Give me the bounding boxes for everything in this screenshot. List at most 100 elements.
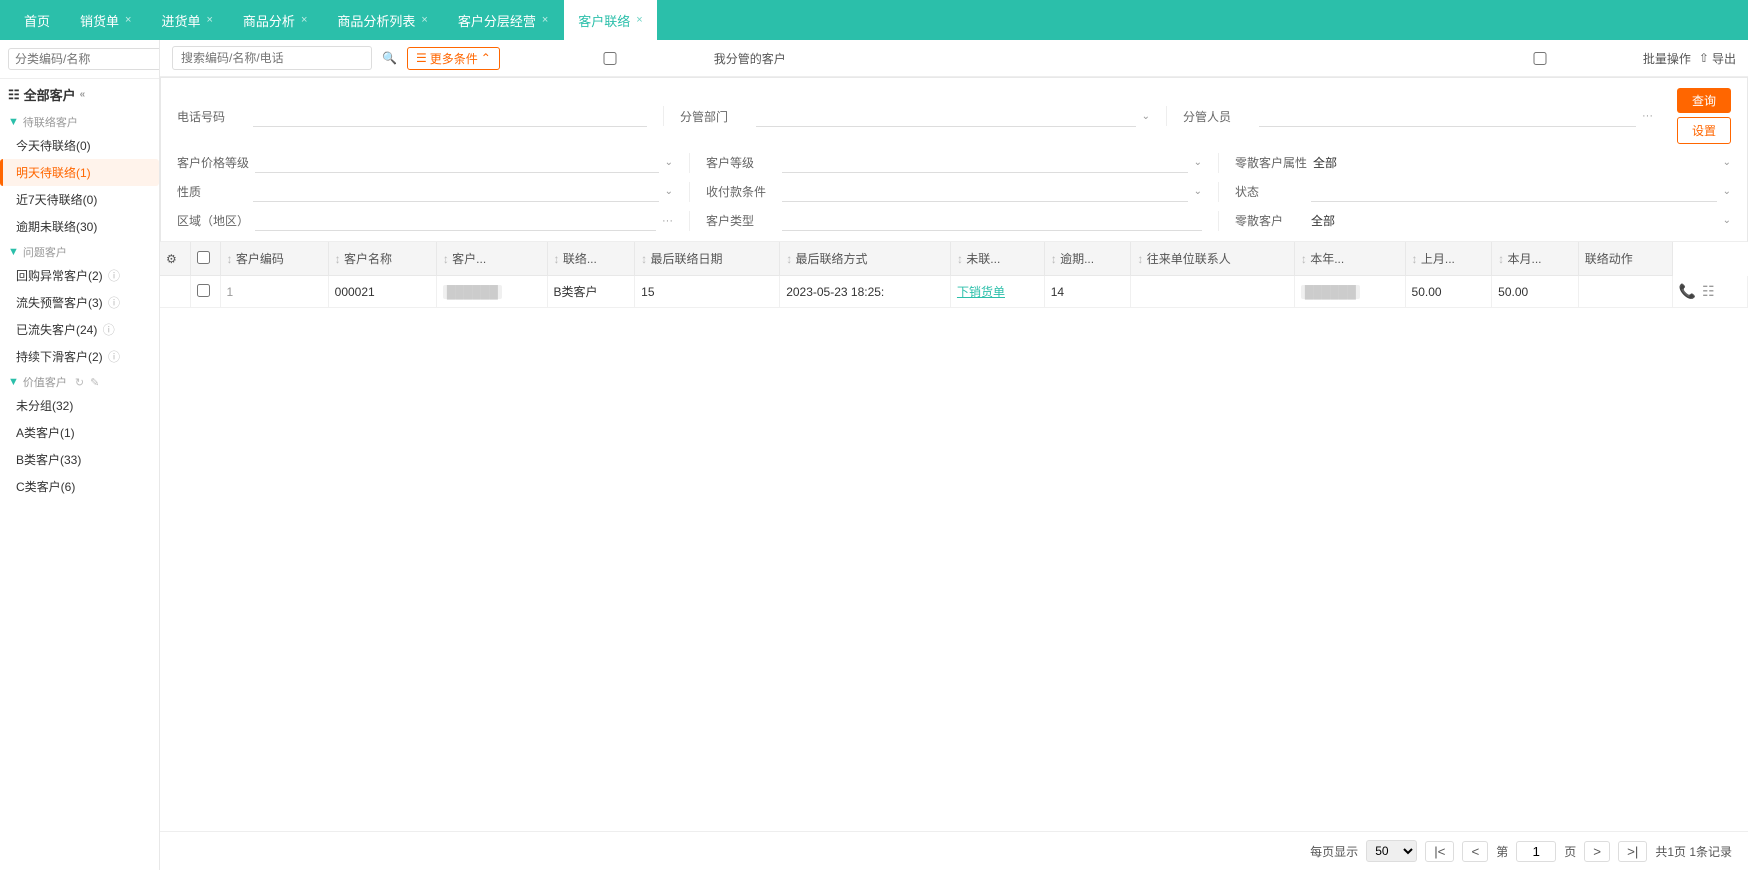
last-page-button[interactable]: >|	[1618, 841, 1647, 862]
grid-action-icon[interactable]: ☷	[1702, 283, 1715, 300]
contact-count-column-header: ↕ 联络...	[547, 242, 635, 276]
filter-region: 区域（地区） ···	[177, 210, 673, 231]
sidebar-all-customers[interactable]: ☷ 全部客户 «	[0, 79, 159, 110]
gear-column-header: ⚙	[160, 242, 190, 276]
chevron-down-icon[interactable]: ⌄	[1142, 111, 1150, 122]
code-column-header: ↕ 客户编码	[220, 242, 328, 276]
sidebar-item-class-a[interactable]: A类客户(1)	[0, 419, 159, 446]
total-records: 共1页 1条记录	[1655, 843, 1732, 860]
select-all-checkbox[interactable]	[197, 251, 210, 264]
nav-home[interactable]: 首页	[10, 0, 64, 40]
sidebar-item-churned[interactable]: 已流失客户(24) ⓘ	[0, 316, 159, 343]
price-level-input[interactable]	[255, 152, 659, 173]
triangle-icon: ▼	[8, 116, 19, 128]
code-cell: 000021	[328, 276, 436, 308]
person-input[interactable]	[1259, 106, 1636, 127]
chevron-down-icon[interactable]: ⌄	[1723, 186, 1731, 197]
my-customers-input[interactable]	[510, 52, 710, 65]
search-input[interactable]	[172, 46, 372, 70]
close-icon[interactable]: ×	[542, 14, 548, 26]
method-link[interactable]: 下销货单	[957, 285, 1005, 299]
search-button[interactable]: 🔍	[382, 51, 397, 65]
nav-product-analysis-list[interactable]: 商品分析列表 ×	[323, 0, 441, 40]
divider	[1218, 211, 1219, 231]
customer-level-input[interactable]	[782, 152, 1188, 173]
next-page-button[interactable]: >	[1584, 841, 1610, 862]
payment-input[interactable]	[782, 181, 1188, 202]
batch-checkbox[interactable]	[1440, 52, 1640, 65]
phone-input[interactable]	[253, 106, 647, 127]
nav-customer-contact[interactable]: 客户联络 ×	[564, 0, 656, 40]
close-icon[interactable]: ×	[636, 14, 642, 26]
chevron-down-icon[interactable]: ⌄	[1194, 157, 1202, 168]
adv-filter-row-3: 性质 ⌄ 收付款条件 ⌄ 状态 ⌄	[177, 181, 1731, 202]
more-icon[interactable]: ···	[662, 215, 673, 227]
page-suffix: 页	[1564, 843, 1576, 860]
filter-price-level: 客户价格等级 ⌄	[177, 152, 673, 173]
nav-customer-layering[interactable]: 客户分层经营 ×	[444, 0, 562, 40]
department-input[interactable]	[756, 106, 1136, 127]
last-date-cell: 2023-05-23 18:25:	[780, 276, 951, 308]
phone-action-icon[interactable]: 📞	[1679, 283, 1696, 300]
last-month-column-header: ↕ 上月...	[1405, 242, 1492, 276]
refresh-icon[interactable]: ↻	[75, 376, 84, 389]
sort-icon: ↕	[554, 252, 560, 266]
chevron-down-icon[interactable]: ⌄	[1194, 186, 1202, 197]
close-icon[interactable]: ×	[125, 14, 131, 26]
status-input[interactable]	[1311, 181, 1717, 202]
sort-icon: ↕	[227, 252, 233, 266]
reset-button[interactable]: 设置	[1677, 117, 1731, 144]
more-conditions-button[interactable]: ☰ 更多条件 ⌃	[407, 47, 500, 70]
gear-icon[interactable]: ⚙	[166, 252, 177, 266]
filter-status: 状态 ⌄	[1235, 181, 1731, 202]
sidebar-item-overdue-pending[interactable]: 逾期未联络(30)	[0, 213, 159, 240]
help-icon: ⓘ	[108, 350, 120, 364]
sidebar-item-class-b[interactable]: B类客户(33)	[0, 446, 159, 473]
chevron-down-icon[interactable]: ⌄	[665, 186, 673, 197]
query-button[interactable]: 查询	[1677, 88, 1731, 113]
sort-icon: ↕	[1137, 252, 1143, 266]
nav-product-analysis[interactable]: 商品分析 ×	[229, 0, 321, 40]
close-icon[interactable]: ×	[301, 14, 307, 26]
sidebar-pending-group: ▼ 待联络客户	[0, 110, 159, 132]
nature-input[interactable]	[253, 181, 659, 202]
advanced-filter: 电话号码 分管部门 ⌄ 分管人员 ··· 查询	[160, 77, 1748, 242]
per-page-select[interactable]: 50 100 200	[1366, 840, 1417, 862]
sidebar-item-today-pending[interactable]: 今天待联络(0)	[0, 132, 159, 159]
sidebar-item-churn-warning[interactable]: 流失预警客户(3) ⓘ	[0, 289, 159, 316]
collapse-icon: «	[80, 89, 86, 100]
row-checkbox[interactable]	[197, 284, 210, 297]
sidebar-item-repurchase-abnormal[interactable]: 回购异常客户(2) ⓘ	[0, 262, 159, 289]
prev-page-button[interactable]: <	[1462, 841, 1488, 862]
chevron-down-icon[interactable]: ⌄	[1723, 215, 1731, 226]
page-number-input[interactable]	[1516, 841, 1556, 862]
chevron-down-icon[interactable]: ⌄	[1723, 157, 1731, 168]
chevron-down-icon[interactable]: ⌄	[665, 157, 673, 168]
nav-sales-order[interactable]: 销货单 ×	[66, 0, 145, 40]
first-page-button[interactable]: |<	[1425, 841, 1454, 862]
sidebar-item-declining[interactable]: 持续下滑客户(2) ⓘ	[0, 343, 159, 370]
sidebar-item-class-c[interactable]: C类客户(6)	[0, 473, 159, 500]
sort-icon: ↕	[786, 252, 792, 266]
filter-icon: ☰	[416, 51, 427, 65]
sidebar-item-7days-pending[interactable]: 近7天待联络(0)	[0, 186, 159, 213]
more-icon[interactable]: ···	[1642, 110, 1653, 122]
region-input[interactable]	[255, 210, 656, 231]
contact-count-cell: 15	[635, 276, 780, 308]
type-input[interactable]	[782, 210, 1202, 231]
table-row: 1 000021 ██████ B类客户 15 2023-05-23 18:25…	[160, 276, 1748, 308]
customer-table: ⚙ ↕ 客户编码 ↕ 客户名称	[160, 242, 1748, 308]
close-icon[interactable]: ×	[421, 14, 427, 26]
export-button[interactable]: ⇧ 导出	[1699, 50, 1736, 67]
content-area: 🔍 ☰ 更多条件 ⌃ 我分管的客户 批量操作 ⇧ 导出	[160, 40, 1748, 870]
sidebar-item-tomorrow-pending[interactable]: 明天待联络(1)	[0, 159, 159, 186]
batch-operation-button[interactable]: 批量操作	[1440, 50, 1691, 67]
checkbox-column-header	[190, 242, 220, 276]
adv-filter-row-4: 区域（地区） ··· 客户类型 零散客户 全部 ⌄	[177, 210, 1731, 231]
sidebar-search-input[interactable]	[8, 48, 160, 70]
my-customers-checkbox[interactable]: 我分管的客户	[510, 50, 786, 67]
nav-purchase-order[interactable]: 进货单 ×	[147, 0, 226, 40]
edit-icon[interactable]: ✎	[90, 376, 99, 389]
sidebar-item-ungrouped[interactable]: 未分组(32)	[0, 392, 159, 419]
close-icon[interactable]: ×	[206, 14, 212, 26]
